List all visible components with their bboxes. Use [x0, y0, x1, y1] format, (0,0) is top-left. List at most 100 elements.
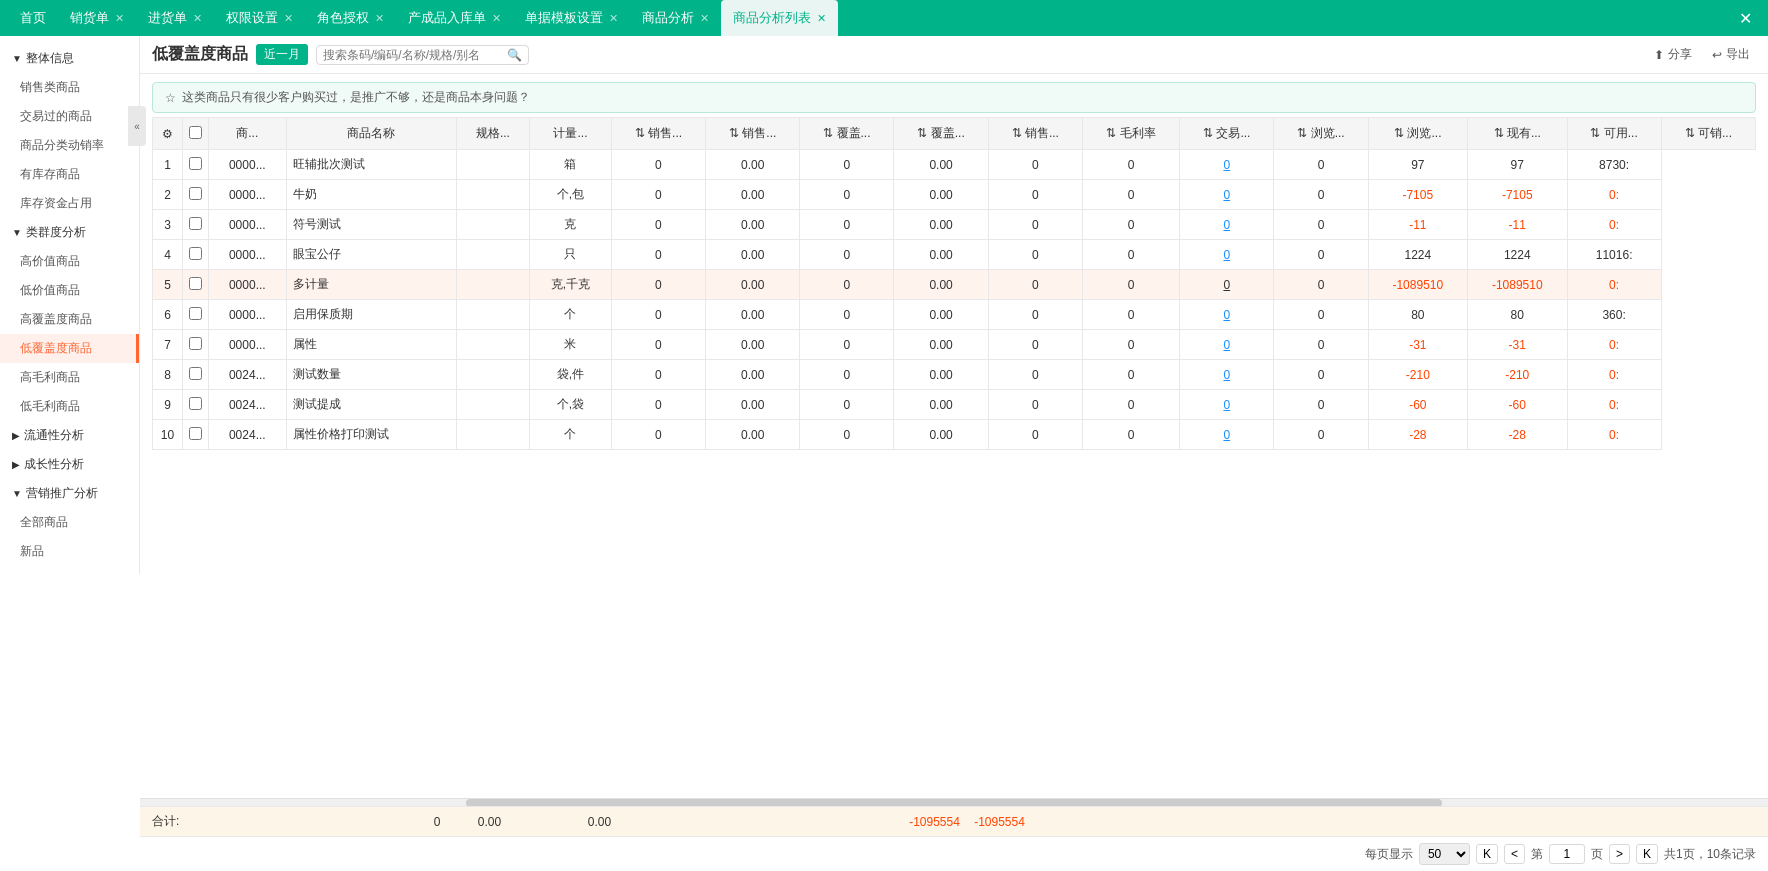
nav-product-analysis-list-close[interactable]: ✕ [817, 12, 826, 25]
search-input[interactable] [323, 48, 503, 62]
prev-page-button[interactable]: < [1504, 844, 1525, 864]
row-transaction[interactable]: 0 [1180, 420, 1274, 450]
sidebar-section-cluster-analysis[interactable]: ▼ 类群度分析 [0, 218, 139, 247]
nav-product-analysis-close[interactable]: ✕ [700, 12, 709, 25]
sidebar-item-high-value[interactable]: 高价值商品 [0, 247, 139, 276]
row-transaction[interactable]: 0 [1180, 270, 1274, 300]
search-icon[interactable]: 🔍 [507, 48, 522, 62]
row-code: 0000... [209, 150, 287, 180]
nav-template-settings[interactable]: 单据模板设置 ✕ [513, 0, 630, 36]
sidebar-item-sales-goods[interactable]: 销售类商品 [0, 73, 139, 102]
row-checkbox[interactable] [183, 420, 209, 450]
sidebar-item-category-turnover[interactable]: 商品分类动销率 [0, 131, 139, 160]
col-sales1-header[interactable]: ⇅ 销售... [611, 118, 705, 150]
row-checkbox[interactable] [183, 210, 209, 240]
row-select-checkbox[interactable] [189, 157, 202, 170]
col-browse2-header[interactable]: ⇅ 浏览... [1368, 118, 1467, 150]
settings-icon[interactable]: ⚙ [162, 127, 173, 141]
last-page-button[interactable]: K [1636, 844, 1658, 864]
sidebar-item-low-coverage[interactable]: 低覆盖度商品 [0, 334, 139, 363]
row-select-checkbox[interactable] [189, 367, 202, 380]
page-number-input[interactable] [1549, 844, 1585, 864]
row-checkbox[interactable] [183, 330, 209, 360]
row-checkbox[interactable] [183, 300, 209, 330]
nav-sales-order[interactable]: 销货单 ✕ [58, 0, 136, 36]
nav-purchase-order[interactable]: 进货单 ✕ [136, 0, 214, 36]
row-select-checkbox[interactable] [189, 337, 202, 350]
sidebar-item-new-goods[interactable]: 新品 [0, 537, 139, 566]
row-select-checkbox[interactable] [189, 217, 202, 230]
first-page-button[interactable]: K [1476, 844, 1498, 864]
row-sales2: 0.00 [706, 150, 800, 180]
sidebar-section-marketing[interactable]: ▼ 营销推广分析 [0, 479, 139, 508]
col-unit-header: 计量... [530, 118, 612, 150]
row-transaction[interactable]: 0 [1180, 360, 1274, 390]
next-page-button[interactable]: > [1609, 844, 1630, 864]
nav-product-analysis-list[interactable]: 商品分析列表 ✕ [721, 0, 838, 36]
nav-sales-order-close[interactable]: ✕ [115, 12, 124, 25]
row-checkbox[interactable] [183, 390, 209, 420]
horizontal-scrollbar[interactable] [140, 798, 1768, 806]
row-checkbox[interactable] [183, 150, 209, 180]
nav-product-entry-close[interactable]: ✕ [492, 12, 501, 25]
sidebar-item-high-margin[interactable]: 高毛利商品 [0, 363, 139, 392]
nav-role-auth-close[interactable]: ✕ [375, 12, 384, 25]
col-browse1-header[interactable]: ⇅ 浏览... [1274, 118, 1368, 150]
col-sellable-header[interactable]: ⇅ 可销... [1661, 118, 1755, 150]
table-container[interactable]: ⚙ 商... 商品名称 规格... 计量... ⇅ 销售... ⇅ 销售... [140, 117, 1768, 798]
row-transaction[interactable]: 0 [1180, 150, 1274, 180]
col-transaction-header[interactable]: ⇅ 交易... [1180, 118, 1274, 150]
col-current-stock-header[interactable]: ⇅ 现有... [1468, 118, 1567, 150]
sidebar-item-inventory-capital[interactable]: 库存资金占用 [0, 189, 139, 218]
row-select-checkbox[interactable] [189, 307, 202, 320]
row-transaction[interactable]: 0 [1180, 180, 1274, 210]
window-close-button[interactable]: ✕ [1731, 9, 1760, 28]
nav-product-analysis[interactable]: 商品分析 ✕ [630, 0, 721, 36]
col-checkbox[interactable] [183, 118, 209, 150]
row-select-checkbox[interactable] [189, 277, 202, 290]
row-transaction[interactable]: 0 [1180, 330, 1274, 360]
col-sales2-header[interactable]: ⇅ 销售... [706, 118, 800, 150]
row-checkbox[interactable] [183, 240, 209, 270]
row-select-checkbox[interactable] [189, 427, 202, 440]
row-transaction[interactable]: 0 [1180, 390, 1274, 420]
row-select-checkbox[interactable] [189, 397, 202, 410]
nav-home[interactable]: 首页 [8, 0, 58, 36]
nav-permissions[interactable]: 权限设置 ✕ [214, 0, 305, 36]
col-coverage1-header[interactable]: ⇅ 覆盖... [800, 118, 894, 150]
row-select-checkbox[interactable] [189, 187, 202, 200]
row-margin: 0 [1082, 300, 1179, 330]
nav-permissions-close[interactable]: ✕ [284, 12, 293, 25]
sidebar-item-stocked-goods[interactable]: 有库存商品 [0, 160, 139, 189]
time-filter-button[interactable]: 近一月 [256, 44, 308, 65]
row-checkbox[interactable] [183, 270, 209, 300]
row-transaction[interactable]: 0 [1180, 240, 1274, 270]
nav-product-entry[interactable]: 产成品入库单 ✕ [396, 0, 513, 36]
row-transaction[interactable]: 0 [1180, 300, 1274, 330]
nav-purchase-order-close[interactable]: ✕ [193, 12, 202, 25]
share-button[interactable]: ⬆ 分享 [1648, 44, 1698, 65]
select-all-checkbox[interactable] [189, 126, 202, 139]
sidebar-item-low-value[interactable]: 低价值商品 [0, 276, 139, 305]
row-checkbox[interactable] [183, 180, 209, 210]
col-margin-header[interactable]: ⇅ 毛利率 [1082, 118, 1179, 150]
row-checkbox[interactable] [183, 360, 209, 390]
sidebar-item-traded-goods[interactable]: 交易过的商品 [0, 102, 139, 131]
col-sales3-header[interactable]: ⇅ 销售... [988, 118, 1082, 150]
sidebar-item-low-margin[interactable]: 低毛利商品 [0, 392, 139, 421]
sidebar-section-liquidity[interactable]: ▶ 流通性分析 [0, 421, 139, 450]
row-select-checkbox[interactable] [189, 247, 202, 260]
sidebar-section-growth[interactable]: ▶ 成长性分析 [0, 450, 139, 479]
nav-template-settings-close[interactable]: ✕ [609, 12, 618, 25]
page-size-select[interactable]: 50 20 100 [1419, 843, 1470, 865]
row-transaction[interactable]: 0 [1180, 210, 1274, 240]
col-available-stock-header[interactable]: ⇅ 可用... [1567, 118, 1661, 150]
sidebar-item-all-goods[interactable]: 全部商品 [0, 508, 139, 537]
export-button[interactable]: ↩ 导出 [1706, 44, 1756, 65]
col-settings[interactable]: ⚙ [153, 118, 183, 150]
sidebar-section-general-info[interactable]: ▼ 整体信息 [0, 44, 139, 73]
col-coverage2-header[interactable]: ⇅ 覆盖... [894, 118, 988, 150]
sidebar-collapse-button[interactable]: « [128, 106, 146, 146]
nav-role-auth[interactable]: 角色授权 ✕ [305, 0, 396, 36]
sidebar-item-high-coverage[interactable]: 高覆盖度商品 [0, 305, 139, 334]
